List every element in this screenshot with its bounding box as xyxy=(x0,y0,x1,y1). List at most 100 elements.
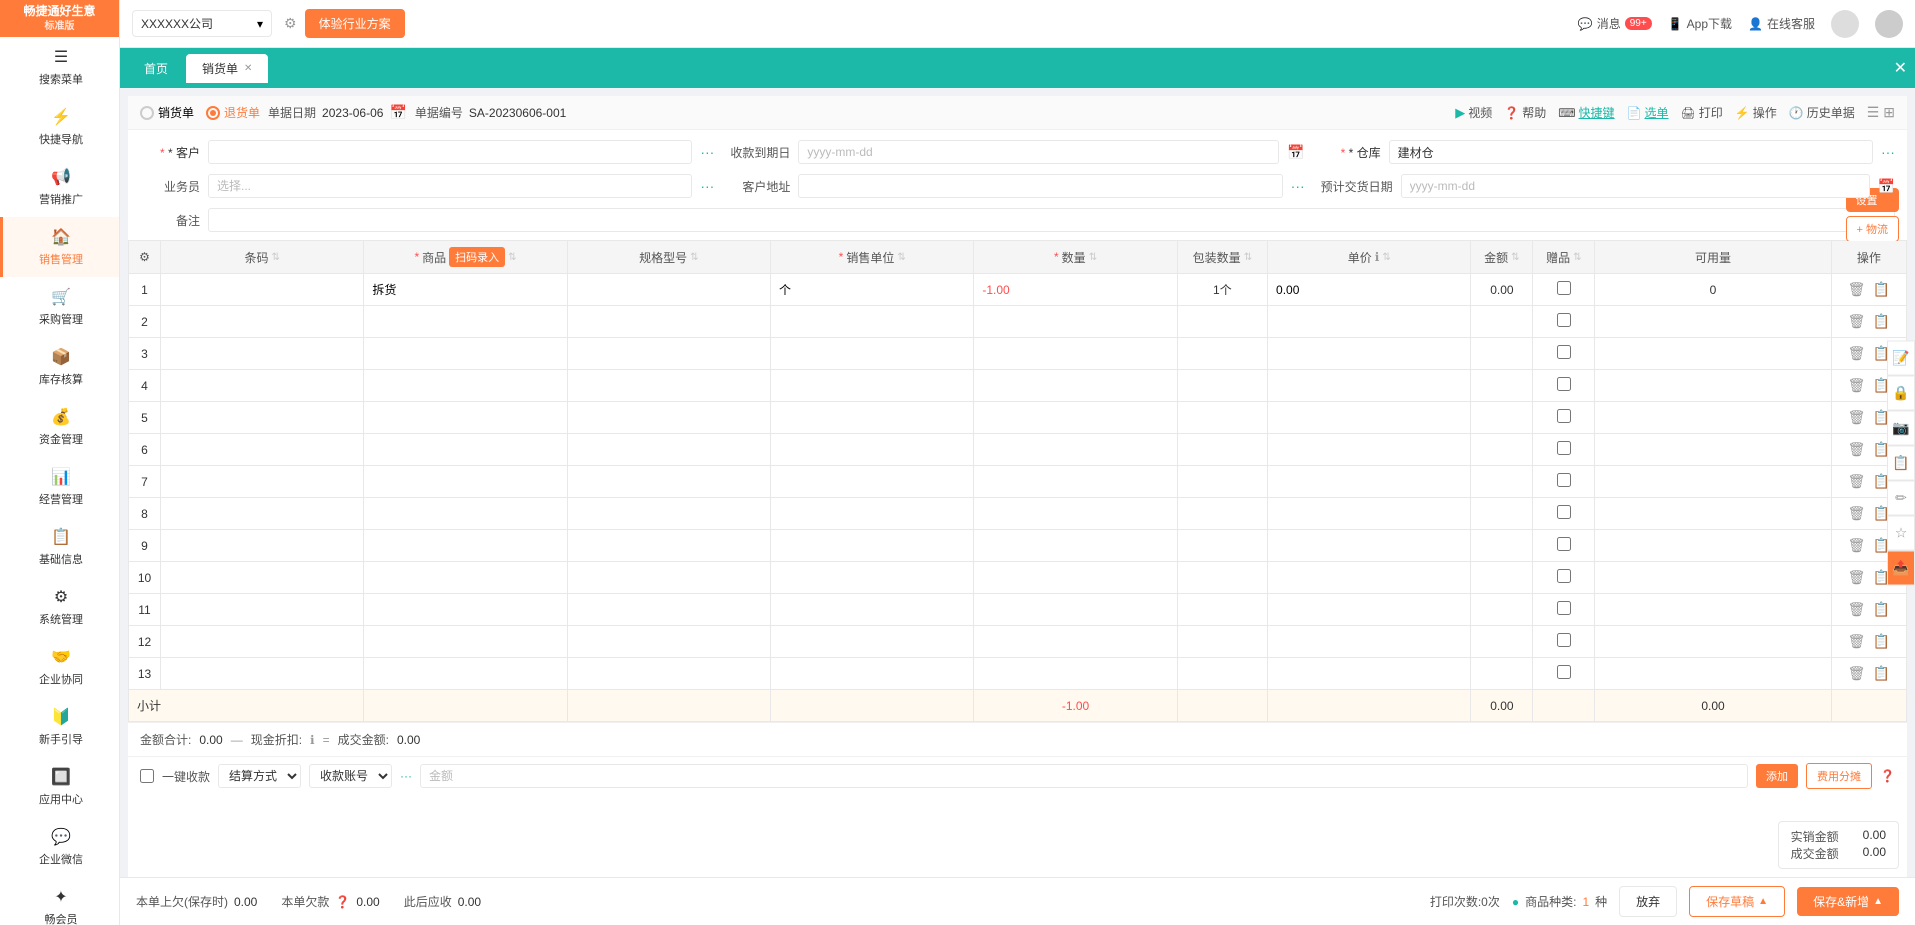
row-price-10[interactable] xyxy=(1268,594,1471,626)
row-price-0[interactable] xyxy=(1268,274,1471,306)
row-qty-6[interactable] xyxy=(974,466,1177,498)
row-spec-8[interactable] xyxy=(567,530,770,562)
row-price-8[interactable] xyxy=(1268,530,1471,562)
online-service-btn[interactable]: 👤 在线客服 xyxy=(1748,15,1815,32)
row-price-2[interactable] xyxy=(1268,338,1471,370)
row-unit-0[interactable] xyxy=(771,274,974,306)
row-price-3[interactable] xyxy=(1268,370,1471,402)
row-qty-8[interactable] xyxy=(974,530,1177,562)
row-unit-6[interactable] xyxy=(771,466,974,498)
sidebar-item-shortcut[interactable]: ⚡ 快捷导航 xyxy=(0,97,119,157)
due-date-calendar-icon[interactable]: 📅 xyxy=(1287,144,1304,161)
scan-barcode-btn[interactable]: 扫码录入 xyxy=(449,247,505,267)
row-barcode-3[interactable] xyxy=(161,370,364,402)
row-unit-3[interactable] xyxy=(771,370,974,402)
sidebar-item-inventory[interactable]: 📦 库存核算 xyxy=(0,337,119,397)
row-barcode-5[interactable] xyxy=(161,434,364,466)
row-barcode-9[interactable] xyxy=(161,562,364,594)
return-order-radio[interactable]: 退货单 xyxy=(206,104,260,121)
sidebar-item-wechat[interactable]: 💬 企业微信 xyxy=(0,817,119,877)
row-spec-6[interactable] xyxy=(567,466,770,498)
sales-order-radio[interactable]: 销货单 xyxy=(140,104,194,121)
row-product-0[interactable] xyxy=(364,274,567,306)
account-select[interactable]: 收款账号 xyxy=(309,764,392,788)
row-spec-11[interactable] xyxy=(567,626,770,658)
row-unit-7[interactable] xyxy=(771,498,974,530)
row-unit-11[interactable] xyxy=(771,626,974,658)
row-spec-3[interactable] xyxy=(567,370,770,402)
row-product-10[interactable] xyxy=(364,594,567,626)
tab-close-icon[interactable]: ✕ xyxy=(244,63,252,74)
row-barcode-0[interactable] xyxy=(161,274,364,306)
price-sort-icon[interactable]: ⇅ xyxy=(1382,252,1390,263)
row-barcode-12[interactable] xyxy=(161,658,364,690)
sidebar-item-guide[interactable]: 🔰 新手引导 xyxy=(0,697,119,757)
warehouse-input[interactable] xyxy=(1389,140,1873,164)
row-unit-4[interactable] xyxy=(771,402,974,434)
row-copy-btn-12[interactable]: 📋 xyxy=(1873,665,1890,681)
addr-picker-icon[interactable]: ··· xyxy=(1291,178,1305,194)
row-qty-11[interactable] xyxy=(974,626,1177,658)
packqty-sort-icon[interactable]: ⇅ xyxy=(1244,252,1252,263)
row-qty-3[interactable] xyxy=(974,370,1177,402)
float-photo-btn[interactable]: 📷 xyxy=(1887,410,1915,445)
due-date-input[interactable] xyxy=(798,140,1279,164)
row-qty-10[interactable] xyxy=(974,594,1177,626)
row-product-12[interactable] xyxy=(364,658,567,690)
account-dots-icon[interactable]: ··· xyxy=(400,769,412,783)
row-barcode-7[interactable] xyxy=(161,498,364,530)
float-lock-btn[interactable]: 🔒 xyxy=(1887,375,1915,410)
row-spec-2[interactable] xyxy=(567,338,770,370)
row-gift-10[interactable] xyxy=(1533,594,1595,626)
row-gift-11[interactable] xyxy=(1533,626,1595,658)
avatar[interactable] xyxy=(1831,10,1859,38)
customer-input[interactable] xyxy=(208,140,692,164)
expense-help-icon[interactable]: ❓ xyxy=(1880,769,1895,783)
col-gear-header[interactable]: ⚙ xyxy=(129,241,161,274)
warehouse-picker-icon[interactable]: ··· xyxy=(1881,144,1895,160)
expense-split-btn[interactable]: 费用分摊 xyxy=(1806,763,1872,789)
sidebar-item-system[interactable]: ⚙ 系统管理 xyxy=(0,577,119,637)
sidebar-item-purchase[interactable]: 🛒 采购管理 xyxy=(0,277,119,337)
row-unit-8[interactable] xyxy=(771,530,974,562)
row-product-3[interactable] xyxy=(364,370,567,402)
row-gift-12[interactable] xyxy=(1533,658,1595,690)
row-unit-5[interactable] xyxy=(771,434,974,466)
sidebar-item-finance[interactable]: 💰 资金管理 xyxy=(0,397,119,457)
row-qty-5[interactable] xyxy=(974,434,1177,466)
float-star-btn[interactable]: ☆ xyxy=(1887,515,1915,550)
row-qty-4[interactable] xyxy=(974,402,1177,434)
arrears-help-icon[interactable]: ❓ xyxy=(335,895,350,909)
row-gift-0[interactable] xyxy=(1533,274,1595,306)
company-selector[interactable]: XXXXXX公司 ▾ xyxy=(132,10,272,37)
sidebar-item-basic[interactable]: 📋 基础信息 xyxy=(0,517,119,577)
row-delete-btn-10[interactable]: 🗑 xyxy=(1848,601,1866,617)
row-barcode-10[interactable] xyxy=(161,594,364,626)
row-price-1[interactable] xyxy=(1268,306,1471,338)
row-gift-9[interactable] xyxy=(1533,562,1595,594)
operation-btn[interactable]: ⚡ 操作 xyxy=(1735,104,1777,121)
row-price-12[interactable] xyxy=(1268,658,1471,690)
row-product-2[interactable] xyxy=(364,338,567,370)
video-btn[interactable]: ▶ 视频 xyxy=(1455,104,1492,121)
row-gift-4[interactable] xyxy=(1533,402,1595,434)
product-sort-icon[interactable]: ⇅ xyxy=(508,252,516,263)
row-price-4[interactable] xyxy=(1268,402,1471,434)
row-gift-7[interactable] xyxy=(1533,498,1595,530)
row-delete-btn-0[interactable]: 🗑 xyxy=(1848,281,1866,297)
row-gift-5[interactable] xyxy=(1533,434,1595,466)
row-price-9[interactable] xyxy=(1268,562,1471,594)
sidebar-item-search[interactable]: ☰ 搜索菜单 xyxy=(0,37,119,97)
row-delete-btn-6[interactable]: 🗑 xyxy=(1848,473,1866,489)
row-gift-3[interactable] xyxy=(1533,370,1595,402)
float-clipboard-btn[interactable]: 📋 xyxy=(1887,445,1915,480)
row-product-4[interactable] xyxy=(364,402,567,434)
row-unit-10[interactable] xyxy=(771,594,974,626)
sidebar-item-marketing[interactable]: 📢 营销推广 xyxy=(0,157,119,217)
row-delete-btn-3[interactable]: 🗑 xyxy=(1848,377,1866,393)
row-barcode-6[interactable] xyxy=(161,466,364,498)
shortcut-key-btn[interactable]: ⌨ 快捷键 xyxy=(1558,104,1614,121)
row-price-6[interactable] xyxy=(1268,466,1471,498)
unit-sort-icon[interactable]: ⇅ xyxy=(897,252,905,263)
row-unit-2[interactable] xyxy=(771,338,974,370)
